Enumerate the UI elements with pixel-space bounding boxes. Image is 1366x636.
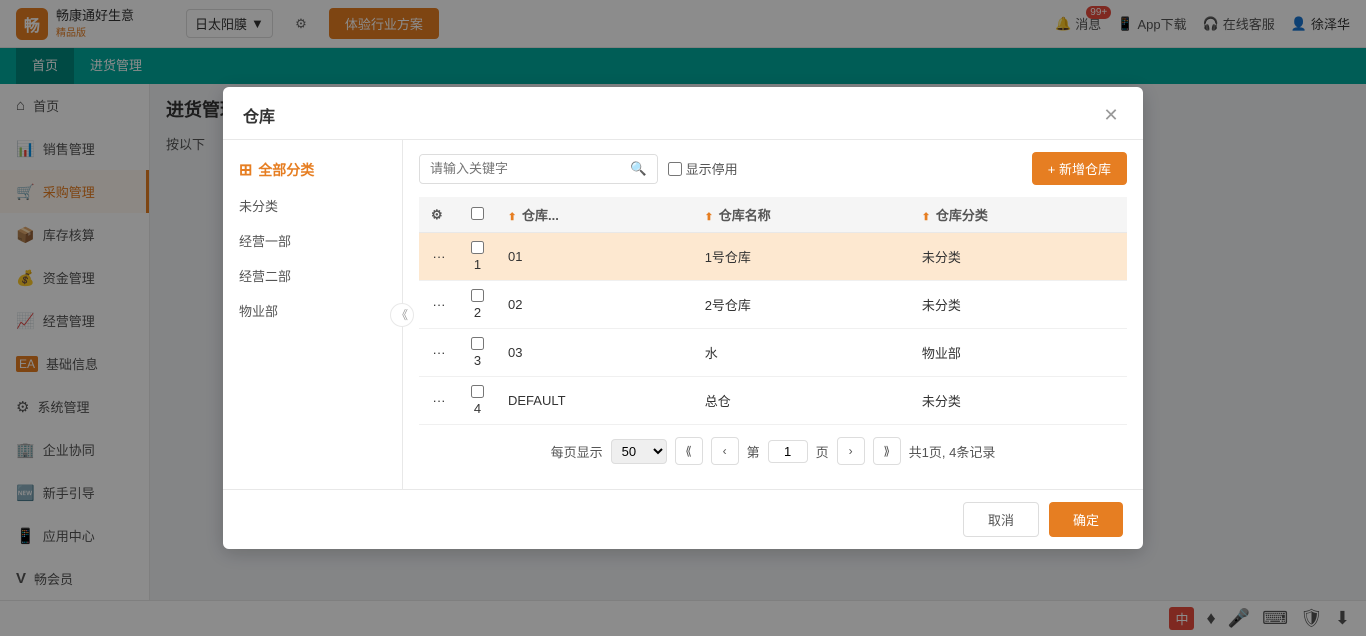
row-category-0: 未分类 [910,233,1127,281]
pagination: 每页显示 50 10 20 100 ⟪ ‹ 第 页 › ⟫ 共1页, 4条记录 [419,425,1127,477]
table-row[interactable]: ··· 2 02 2号仓库 未分类 [419,281,1127,329]
sort-icon-category: ⬆ [922,212,930,223]
table-row[interactable]: ··· 4 DEFAULT 总仓 未分类 [419,377,1127,425]
category-all-label: 全部分类 [258,160,314,180]
warehouse-table: ⚙ ⬆ 仓库... ⬆ 仓库名称 [419,197,1127,425]
dialog-overlay: 仓库 ✕ ⊞ 全部分类 未分类 经营一部 经营二部 物业部 《 [0,0,1366,636]
page-suffix-label: 页 [816,442,829,461]
sort-icon-code: ⬆ [508,212,516,223]
category-all[interactable]: ⊞ 全部分类 [223,152,402,188]
category-item-ops2[interactable]: 经营二部 [223,258,402,293]
col-category-label: 仓库分类 [936,208,988,223]
row-name-3: 总仓 [693,377,910,425]
row-code-1: 02 [496,281,693,329]
dialog-title: 仓库 [243,103,275,127]
category-item-property[interactable]: 物业部 [223,293,402,328]
collapse-panel-button[interactable]: 《 [390,303,414,327]
warehouse-dialog: 仓库 ✕ ⊞ 全部分类 未分类 经营一部 经营二部 物业部 《 [223,87,1143,549]
row-category-2: 物业部 [910,329,1127,377]
col-checkbox [459,197,496,233]
row-checkbox-2[interactable] [471,337,484,350]
row-settings-2[interactable]: ··· [419,329,459,377]
next-page-button[interactable]: › [837,437,865,465]
table-row[interactable]: ··· 1 01 1号仓库 未分类 [419,233,1127,281]
grid-icon: ⊞ [239,160,252,180]
page-number-input[interactable] [768,440,808,463]
row-num-0: 1 [459,233,496,281]
table-container: ⚙ ⬆ 仓库... ⬆ 仓库名称 [419,197,1127,425]
col-code: ⬆ 仓库... [496,197,693,233]
dialog-body: ⊞ 全部分类 未分类 经营一部 经营二部 物业部 《 🔍 [223,140,1143,489]
category-item-ops1[interactable]: 经营一部 [223,223,402,258]
per-page-label: 每页显示 [551,442,603,461]
col-code-label: 仓库... [522,208,559,223]
prev-page-button[interactable]: ‹ [711,437,739,465]
row-settings-3[interactable]: ··· [419,377,459,425]
select-all-checkbox[interactable] [471,207,484,220]
row-settings-1[interactable]: ··· [419,281,459,329]
show-disabled-checkbox[interactable] [668,162,682,176]
last-page-button[interactable]: ⟫ [873,437,901,465]
dialog-header: 仓库 ✕ [223,87,1143,140]
cancel-button[interactable]: 取消 [963,502,1039,537]
row-settings-0[interactable]: ··· [419,233,459,281]
row-checkbox-3[interactable] [471,385,484,398]
row-checkbox-1[interactable] [471,289,484,302]
row-num-2: 3 [459,329,496,377]
row-code-3: DEFAULT [496,377,693,425]
table-row[interactable]: ··· 3 03 水 物业部 [419,329,1127,377]
page-prefix-label: 第 [747,442,760,461]
row-name-0: 1号仓库 [693,233,910,281]
col-category: ⬆ 仓库分类 [910,197,1127,233]
table-toolbar: 🔍 显示停用 + 新增仓库 [419,152,1127,185]
per-page-select[interactable]: 50 10 20 100 [611,439,667,464]
col-name: ⬆ 仓库名称 [693,197,910,233]
dialog-close-button[interactable]: ✕ [1099,103,1123,127]
row-num-3: 4 [459,377,496,425]
show-disabled-label[interactable]: 显示停用 [668,159,738,178]
row-code-0: 01 [496,233,693,281]
search-input[interactable] [420,155,620,182]
row-num-1: 2 [459,281,496,329]
dialog-footer: 取消 确定 [223,489,1143,549]
row-code-2: 03 [496,329,693,377]
table-header-row: ⚙ ⬆ 仓库... ⬆ 仓库名称 [419,197,1127,233]
search-box: 🔍 [419,154,658,184]
search-button[interactable]: 🔍 [620,155,657,183]
table-body: ··· 1 01 1号仓库 未分类 ··· 2 02 2号仓库 未分类 ··· … [419,233,1127,425]
confirm-button[interactable]: 确定 [1049,502,1123,537]
row-checkbox-0[interactable] [471,241,484,254]
show-disabled-text: 显示停用 [686,159,738,178]
total-info: 共1页, 4条记录 [909,442,996,461]
category-item-unclassified[interactable]: 未分类 [223,188,402,223]
sort-icon-name: ⬆ [705,212,713,223]
table-panel: 🔍 显示停用 + 新增仓库 ⚙ [403,140,1143,489]
row-category-1: 未分类 [910,281,1127,329]
category-panel: ⊞ 全部分类 未分类 经营一部 经营二部 物业部 《 [223,140,403,489]
first-page-button[interactable]: ⟪ [675,437,703,465]
row-name-2: 水 [693,329,910,377]
row-name-1: 2号仓库 [693,281,910,329]
col-settings: ⚙ [419,197,459,233]
add-warehouse-button[interactable]: + 新增仓库 [1032,152,1127,185]
col-name-label: 仓库名称 [719,208,771,223]
row-category-3: 未分类 [910,377,1127,425]
